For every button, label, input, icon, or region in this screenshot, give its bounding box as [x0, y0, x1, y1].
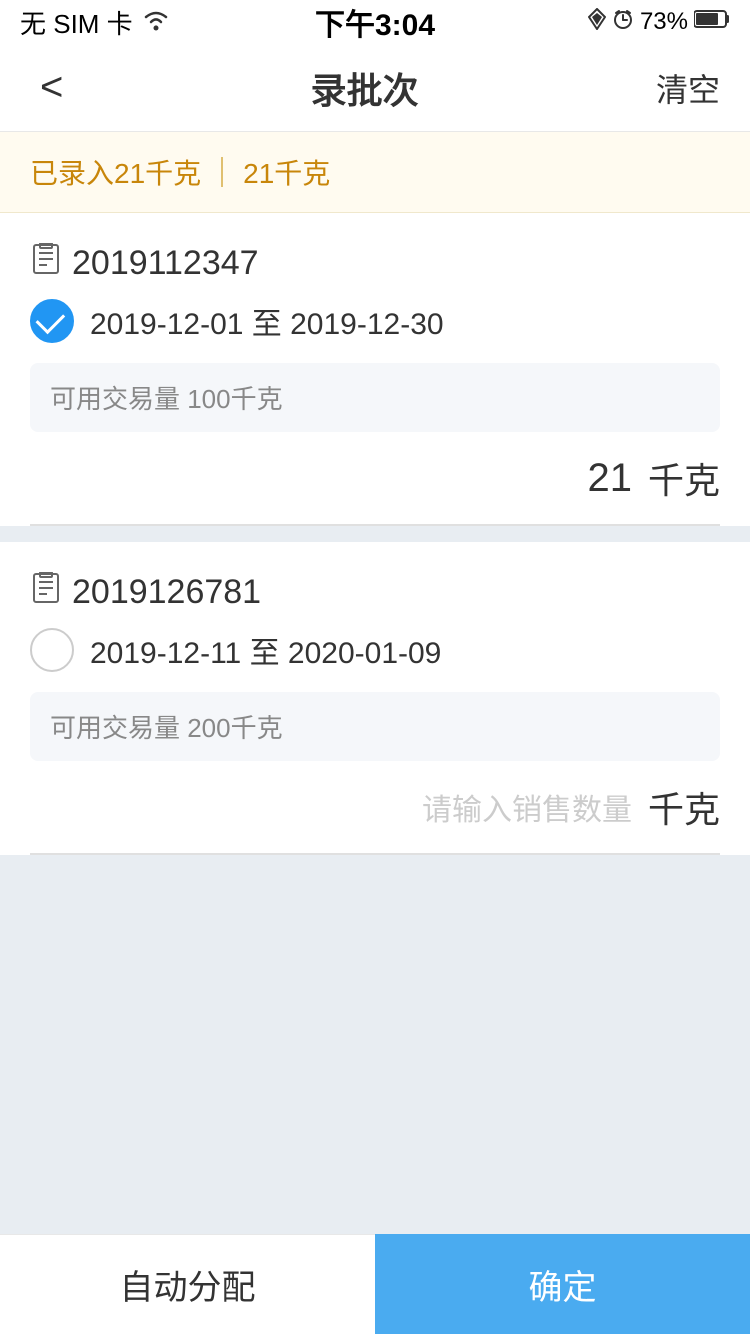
status-bar: 无 SIM 卡 下午3:04: [0, 0, 750, 44]
batch1-available: 可用交易量 100千克: [50, 384, 283, 414]
batch2-date: 2019-12-11 至 2020-01-09: [90, 628, 441, 672]
batch2-icon: [30, 572, 62, 612]
status-time: 下午3:04: [315, 0, 435, 44]
batch2-input-placeholder: 请输入销售数量: [422, 785, 632, 829]
batch1-radio[interactable]: [30, 299, 74, 343]
batch2-id-row: 2019126781: [30, 572, 720, 612]
carrier-text: 无 SIM 卡: [20, 4, 133, 41]
page-title: 录批次: [311, 62, 419, 114]
batch1-icon: [30, 243, 62, 283]
batch2-available: 可用交易量 200千克: [50, 713, 283, 743]
alarm-icon: [612, 8, 634, 37]
batch1-quantity: 21: [587, 456, 632, 501]
confirm-button[interactable]: 确定: [375, 1234, 750, 1334]
batch1-id-row: 2019112347: [30, 243, 720, 283]
wifi-icon: [141, 7, 171, 38]
status-left: 无 SIM 卡: [20, 4, 171, 41]
empty-area: [0, 855, 750, 1285]
nav-bar: < 录批次 清空: [0, 44, 750, 132]
batch2-unit: 千克: [648, 781, 720, 833]
batch1-quantity-row: 21 千克: [0, 432, 750, 524]
batch1-id: 2019112347: [72, 244, 259, 283]
info-divider: [221, 157, 223, 187]
batch2-available-row: 可用交易量 200千克: [30, 692, 720, 761]
batch1-date-row[interactable]: 2019-12-01 至 2019-12-30: [30, 299, 720, 343]
info-value: 21千克: [243, 152, 330, 192]
clear-button[interactable]: 清空: [656, 65, 720, 111]
auto-distribute-button[interactable]: 自动分配: [0, 1234, 375, 1334]
batch2-input-row[interactable]: 请输入销售数量 千克: [0, 761, 750, 853]
section-separator-1: [0, 526, 750, 542]
batch2-radio[interactable]: [30, 628, 74, 672]
batch-card-1: 2019112347 2019-12-01 至 2019-12-30 可用交易量…: [0, 213, 750, 526]
info-banner: 已录入21千克 21千克: [0, 132, 750, 213]
back-button[interactable]: <: [30, 55, 73, 120]
bottom-bar: 自动分配 确定: [0, 1234, 750, 1334]
batch2-id: 2019126781: [72, 573, 261, 612]
info-label: 已录入21千克: [30, 152, 201, 192]
batch1-unit: 千克: [648, 452, 720, 504]
batch-card-2: 2019126781 2019-12-11 至 2020-01-09 可用交易量…: [0, 542, 750, 855]
status-right: 73%: [588, 8, 730, 37]
batch1-available-row: 可用交易量 100千克: [30, 363, 720, 432]
batch2-date-row[interactable]: 2019-12-11 至 2020-01-09: [30, 628, 720, 672]
location-icon: [588, 8, 606, 37]
battery-percent: 73%: [640, 8, 688, 36]
battery-icon: [694, 8, 730, 36]
batch1-date: 2019-12-01 至 2019-12-30: [90, 299, 444, 343]
